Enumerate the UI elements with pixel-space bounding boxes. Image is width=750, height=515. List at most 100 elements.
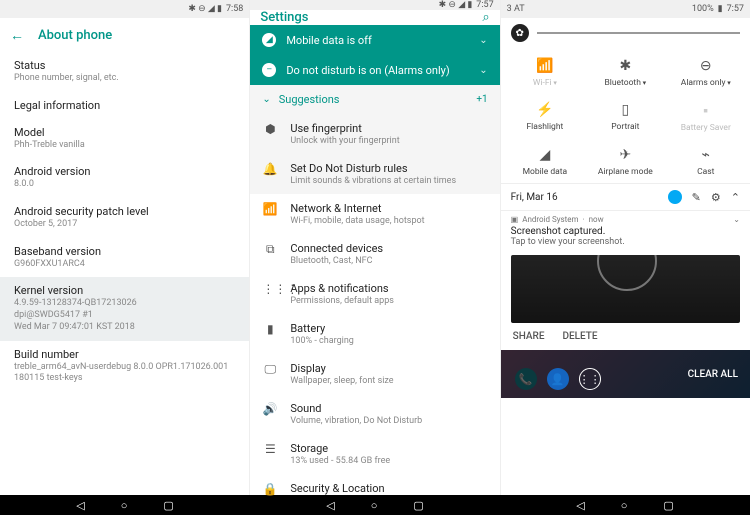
tile-icon: ⌁ (702, 147, 710, 163)
settings-item[interactable]: ☰Storage13% used - 55.84 GB free (250, 434, 499, 474)
page-title: Settings (260, 10, 308, 25)
chevron-down-icon: ⌄ (479, 35, 487, 46)
list-item[interactable]: Android security patch levelOctober 5, 2… (0, 198, 249, 238)
info-banner[interactable]: –Do not disturb is on (Alarms only)⌄ (250, 55, 499, 85)
qs-tile[interactable]: ▪Battery Saver (666, 102, 746, 133)
nav-home-icon[interactable]: ○ (121, 499, 128, 512)
settings-item[interactable]: 🖵DisplayWallpaper, sleep, font size (250, 354, 499, 394)
settings-icon: 📶 (262, 202, 278, 216)
chevron-up-icon[interactable]: ⌃ (731, 191, 740, 204)
suggestion-item[interactable]: ⬢Use fingerprintUnlock with your fingerp… (250, 114, 499, 154)
contacts-icon[interactable]: 👤 (547, 368, 569, 390)
list-item[interactable]: Kernel version4.9.59-13128374-QB17213026… (0, 277, 249, 340)
notification-card[interactable]: ▣ Android System · now ⌄ Screenshot capt… (501, 210, 750, 251)
notif-age: now (589, 215, 604, 224)
item-sub: 8.0.0 (14, 179, 235, 191)
qs-tile[interactable]: ⌁ Cast (666, 147, 746, 177)
item-sub: Permissions, default apps (290, 296, 394, 306)
settings-icon[interactable]: ⚙ (711, 191, 721, 204)
tile-label: Battery Saver (681, 123, 731, 133)
suggestions-label: Suggestions (279, 93, 340, 106)
list-item[interactable]: Baseband versionG960FXXU1ARC4 (0, 238, 249, 278)
item-title: Android security patch level (14, 205, 235, 218)
list-item[interactable]: StatusPhone number, signal, etc. (0, 52, 249, 92)
tile-label: Wi-Fi (533, 78, 557, 88)
item-title: Android version (14, 165, 235, 178)
item-title: Connected devices (290, 242, 383, 255)
list-item[interactable]: Android version8.0.0 (0, 158, 249, 198)
nav-back-icon[interactable]: ◁ (576, 499, 584, 512)
tile-label: Cast (697, 167, 714, 177)
settings-item[interactable]: 📶Network & InternetWi-Fi, mobile, data u… (250, 194, 499, 234)
battery-pct: 100% (692, 4, 714, 14)
suggestion-icon: ⬢ (262, 122, 278, 136)
qs-tile[interactable]: ⊖Alarms only (666, 58, 746, 88)
list-item[interactable]: Build numbertreble_arm64_avN-userdebug 8… (0, 341, 249, 392)
tile-label: Portrait (611, 122, 639, 132)
brightness-slider[interactable] (537, 32, 740, 34)
settings-item[interactable]: ⧉Connected devicesBluetooth, Cast, NFC (250, 234, 499, 274)
item-sub: treble_arm64_avN-userdebug 8.0.0 OPR1.17… (14, 362, 235, 385)
item-title: Kernel version (14, 284, 235, 297)
settings-item[interactable]: 🔒Security & Location (250, 474, 499, 504)
gear-icon[interactable]: ✿ (511, 24, 529, 42)
item-title: Build number (14, 348, 235, 361)
qs-tile[interactable]: ✈ Airplane mode (585, 147, 665, 177)
list-item[interactable]: Legal information (0, 92, 249, 119)
nav-recent-icon[interactable]: ▢ (663, 499, 673, 512)
clear-all-button[interactable]: CLEAR ALL (688, 369, 738, 380)
list-item[interactable]: ModelPhh-Treble vanilla (0, 119, 249, 159)
settings-item[interactable]: ▮Battery100% - charging (250, 314, 499, 354)
screenshot-thumbnail[interactable] (511, 255, 740, 323)
item-sub: Phone number, signal, etc. (14, 73, 235, 85)
tile-icon: 📶 (536, 58, 553, 74)
action-button[interactable]: DELETE (562, 331, 597, 342)
status-time: 7:58 (226, 4, 243, 14)
qs-tile[interactable]: 📶 Wi-Fi (505, 58, 585, 88)
qs-tile[interactable]: ▯ Portrait (585, 102, 665, 133)
phone-icon[interactable]: 📞 (515, 368, 537, 390)
status-time: 7:57 (476, 0, 493, 10)
chevron-down-icon[interactable]: ⌄ (733, 215, 740, 224)
user-icon[interactable] (668, 190, 682, 204)
settings-icon: ☰ (262, 442, 278, 456)
tile-icon: ◢ (539, 147, 550, 163)
nav-back-icon[interactable]: ◁ (76, 499, 84, 512)
qs-tile[interactable]: ⚡ Flashlight (505, 102, 585, 133)
item-sub: 4.9.59-13128374-QB17213026dpi@SWDG5417 #… (14, 298, 235, 333)
tile-icon: ▯ (621, 102, 629, 118)
tile-icon: ⚡ (536, 102, 553, 118)
notif-app: Android System (522, 215, 578, 224)
settings-icon: 🔊 (262, 402, 278, 416)
item-title: Apps & notifications (290, 282, 394, 295)
qs-tile[interactable]: ✱Bluetooth (585, 58, 665, 88)
item-sub: Volume, vibration, Do Not Disturb (290, 416, 422, 426)
tile-label: Airplane mode (598, 167, 653, 177)
settings-item[interactable]: ⋮⋮⋮Apps & notificationsPermissions, defa… (250, 274, 499, 314)
banner-label: Mobile data is off (286, 34, 371, 47)
item-title: Sound (290, 402, 422, 415)
edit-icon[interactable]: ✎ (692, 191, 701, 204)
carrier-label: 3 AT (507, 4, 525, 14)
tile-label: Flashlight (526, 122, 563, 132)
nav-recent-icon[interactable]: ▢ (163, 499, 173, 512)
suggestions-header[interactable]: ⌄ Suggestions +1 (250, 85, 499, 114)
info-banner[interactable]: ◢ Mobile data is off ⌄ (250, 25, 499, 55)
tile-icon: ✈ (619, 147, 631, 163)
search-icon[interactable]: ⌕ (482, 10, 489, 25)
nav-home-icon[interactable]: ○ (621, 499, 628, 512)
item-title: Legal information (14, 99, 235, 112)
status-time: 7:57 (727, 4, 744, 14)
tile-label: Bluetooth (604, 78, 646, 88)
settings-item[interactable]: 🔊 SoundVolume, vibration, Do Not Disturb (250, 394, 499, 434)
page-title: About phone (38, 28, 112, 43)
notif-title: Screenshot captured. (511, 226, 740, 237)
banner-icon: ◢ (262, 33, 276, 47)
apps-icon[interactable]: ⋮⋮ (579, 368, 601, 390)
action-button[interactable]: SHARE (513, 331, 545, 342)
qs-tile[interactable]: ◢Mobile data (505, 147, 585, 177)
back-icon[interactable]: ← (10, 27, 24, 44)
tile-icon: ⊖ (700, 58, 712, 74)
item-title: Battery (290, 322, 354, 335)
suggestion-item[interactable]: 🔔Set Do Not Disturb rulesLimit sounds & … (250, 154, 499, 194)
